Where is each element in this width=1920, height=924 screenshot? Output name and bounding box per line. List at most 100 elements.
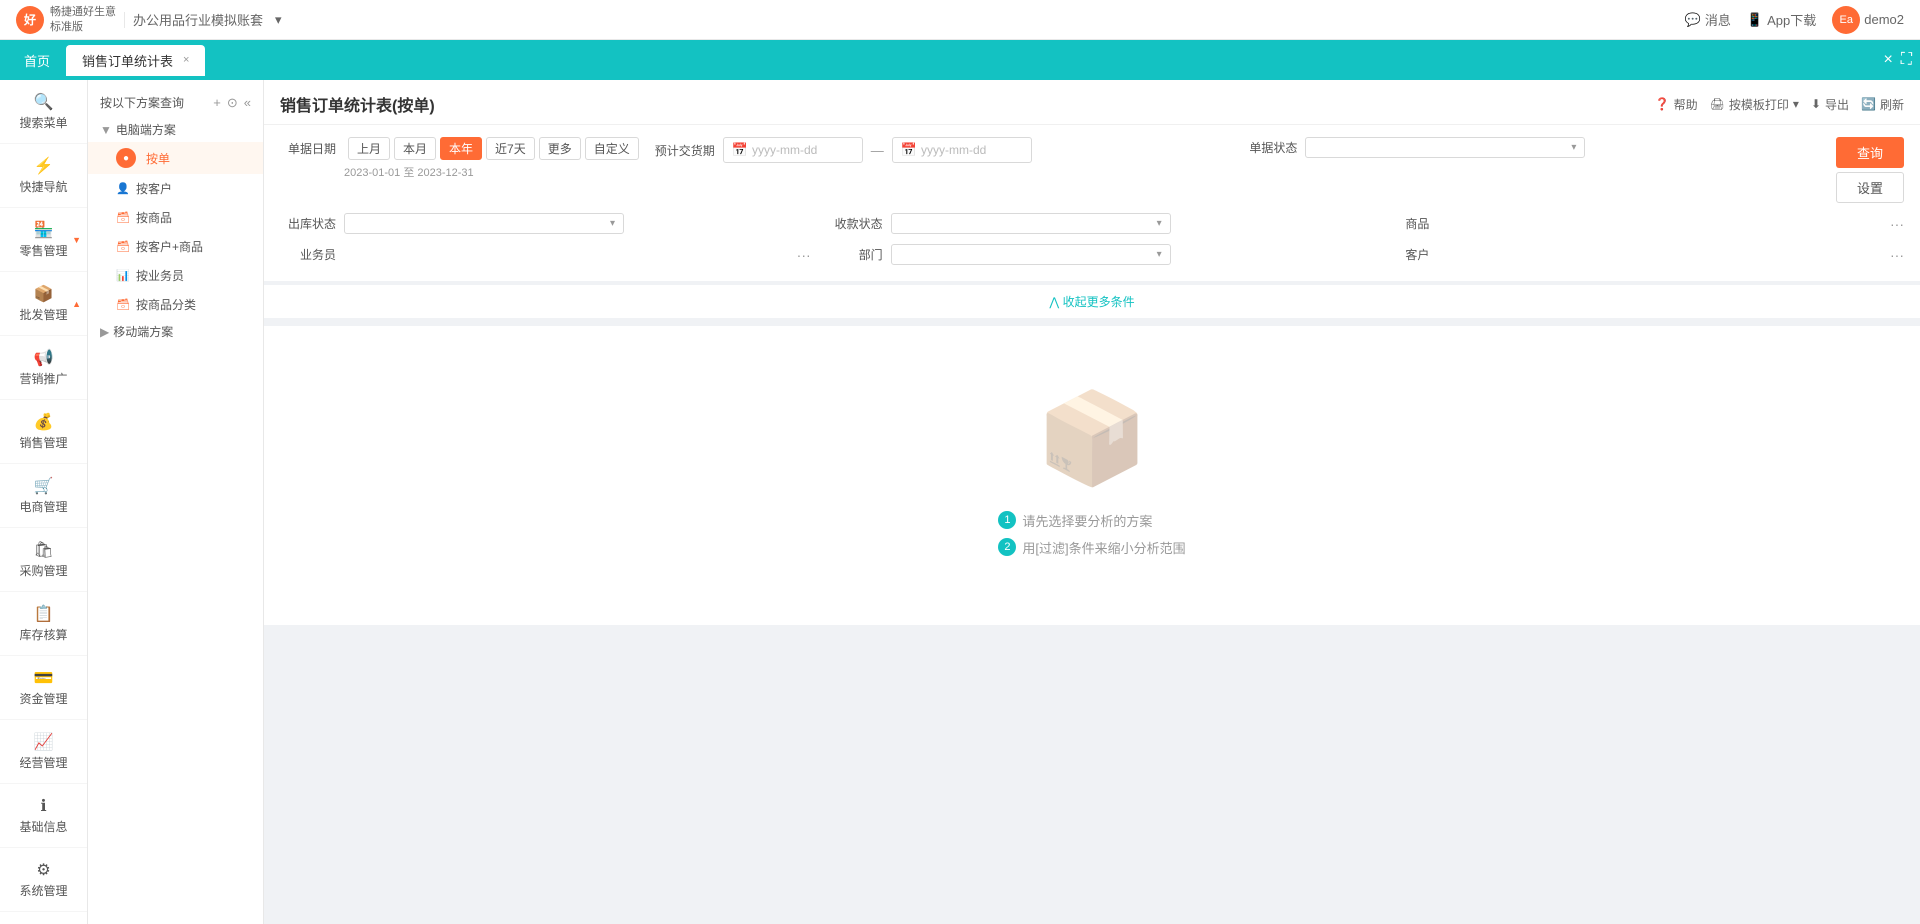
receipt-status-label: 收款状态 [827,215,883,232]
tab-active[interactable]: 销售订单统计表 × [66,45,205,76]
salesperson-ellipsis-icon[interactable]: ··· [797,247,811,263]
date-dash: — [871,143,884,158]
print-btn[interactable]: 🖨 按模板打印 ▾ [1710,96,1799,113]
sidebar-item-purchase[interactable]: 🛍 采购管理 [0,528,87,592]
sidebar-item-retail[interactable]: 🏪 零售管理 [0,208,87,272]
collapse-bar[interactable]: ⋀ 收起更多条件 [264,285,1920,318]
out-status-select[interactable]: ▾ [344,213,624,234]
tab-maximize-btn[interactable]: ⛶ [1901,51,1912,69]
product-ellipsis-icon[interactable]: ··· [1890,216,1904,232]
export-btn[interactable]: ⬇ 导出 [1811,96,1849,113]
logo-icon: 好 [16,6,44,34]
sales-icon: 💰 [34,412,54,432]
date-btn-custom[interactable]: 自定义 [585,137,639,160]
status-select[interactable]: ▾ [1305,137,1585,158]
date-filter-section: 单据日期 上月 本月 本年 近7天 更多 自定义 2023-01-0 [280,137,639,180]
tip-num-1: 1 [998,511,1016,529]
top-bar-left: 好 畅捷通好生意 标准版 办公用品行业模拟账套 ▾ [16,5,282,34]
scheme-mobile-group[interactable]: ▶ 移动端方案 [88,319,263,344]
sidebar-item-ecommerce[interactable]: 🛒 电商管理 [0,464,87,528]
scheme-product-icon: 🗃 [116,211,130,225]
logo-area: 好 畅捷通好生意 标准版 [16,5,116,34]
date-btn-7days[interactable]: 近7天 [486,137,535,160]
inventory-icon: 📋 [34,604,54,624]
search-icon: 🔍 [34,92,54,112]
tab-bar-right: × ⛶ [1883,51,1912,69]
scheme-header-icons: + ⊙ « [213,95,251,111]
delivery-filter-section: 预计交货期 📅 yyyy-mm-dd — 📅 yyyy-mm-dd [655,137,1226,163]
dept-chevron-icon: ▾ [1157,249,1162,260]
sidebar-item-inventory[interactable]: 📋 库存核算 [0,592,87,656]
calendar-icon-2: 📅 [901,142,917,158]
message-icon: 💬 [1685,12,1701,28]
sidebar: 🔍 搜索菜单 ⚡ 快捷导航 🏪 零售管理 📦 批发管理 📢 [0,80,88,924]
date-btn-more[interactable]: 更多 [539,137,581,160]
group-arrow-icon: ▼ [100,123,112,137]
tab-minimize-btn[interactable]: × [1883,51,1892,69]
scheme-collapse-icon[interactable]: « [244,95,251,111]
basic-icon: ℹ [40,796,46,816]
status-filter-label: 单据状态 [1241,139,1297,156]
app-download-btn[interactable]: 📱 App下载 [1747,10,1816,29]
app-title: 办公用品行业模拟账套 [133,10,263,29]
app-dropdown-icon[interactable]: ▾ [275,12,282,28]
user-area[interactable]: Ea demo2 [1832,6,1904,34]
out-status-section: 出库状态 ▾ [280,213,811,234]
product-filter-section: 商品 ··· [1373,215,1904,232]
operations-icon: 📈 [34,732,54,752]
receipt-status-select[interactable]: ▾ [891,213,1171,234]
help-btn[interactable]: ❓ 帮助 [1655,96,1698,113]
query-buttons: 查询 设置 [1836,137,1904,203]
scheme-panel: 按以下方案查询 + ⊙ « ▼ 电脑端方案 ● 按单 👤 按客户 🗃 [88,80,264,924]
message-btn[interactable]: 💬 消息 [1685,10,1731,29]
top-bar: 好 畅捷通好生意 标准版 办公用品行业模拟账套 ▾ 💬 消息 📱 App下载 E… [0,0,1920,40]
delivery-start-picker[interactable]: 📅 yyyy-mm-dd [723,137,863,163]
print-icon: 🖨 [1710,97,1725,111]
purchase-icon: 🛍 [33,540,53,560]
retail-icon: 🏪 [34,220,54,240]
department-filter-label: 部门 [827,246,883,263]
sidebar-item-finance[interactable]: 💳 资金管理 [0,656,87,720]
sidebar-item-marketing[interactable]: 📢 营销推广 [0,336,87,400]
scheme-item-by-product[interactable]: 🗃 按商品 [88,203,263,232]
scheme-salesperson-icon: 📊 [116,269,130,283]
export-icon: ⬇ [1811,97,1821,111]
customer-ellipsis-icon[interactable]: ··· [1890,247,1904,263]
sidebar-item-wholesale[interactable]: 📦 批发管理 [0,272,87,336]
sidebar-item-enterprise[interactable]: 🤝 企业协同 [0,912,87,924]
department-select[interactable]: ▾ [891,244,1171,265]
content-area: 按以下方案查询 + ⊙ « ▼ 电脑端方案 ● 按单 👤 按客户 🗃 [88,80,1920,924]
sidebar-item-sales[interactable]: 💰 销售管理 [0,400,87,464]
date-btn-thismonth[interactable]: 本月 [394,137,436,160]
date-btn-thisyear[interactable]: 本年 [440,137,482,160]
out-status-chevron-icon: ▾ [610,218,615,229]
scheme-item-by-category[interactable]: 🗃 按商品分类 [88,290,263,319]
customer-filter-label: 客户 [1373,246,1429,263]
scheme-add-icon[interactable]: + [213,95,221,111]
sidebar-item-basic[interactable]: ℹ 基础信息 [0,784,87,848]
tab-close-icon[interactable]: × [183,54,189,66]
sidebar-item-system[interactable]: ⚙ 系统管理 [0,848,87,912]
avatar: Ea [1832,6,1860,34]
customer-filter-section: 客户 ··· [1373,246,1904,263]
scheme-item-by-order[interactable]: ● 按单 [88,142,263,174]
sidebar-item-operations[interactable]: 📈 经营管理 [0,720,87,784]
sidebar-item-quicknav[interactable]: ⚡ 快捷导航 [0,144,87,208]
refresh-icon: 🔄 [1861,97,1876,111]
scheme-item-by-customer-product[interactable]: 🗃 按客户+商品 [88,232,263,261]
empty-tip-1: 1 请先选择要分析的方案 [998,511,1185,530]
scheme-settings-icon[interactable]: ⊙ [227,95,238,111]
scheme-desktop-group[interactable]: ▼ 电脑端方案 [88,117,263,142]
product-filter-label: 商品 [1373,215,1429,232]
tab-home[interactable]: 首页 [8,45,66,76]
date-btn-lastmonth[interactable]: 上月 [348,137,390,160]
scheme-item-by-salesperson[interactable]: 📊 按业务员 [88,261,263,290]
query-btn[interactable]: 查询 [1836,137,1904,168]
delivery-end-picker[interactable]: 📅 yyyy-mm-dd [892,137,1032,163]
receipt-chevron-icon: ▾ [1157,218,1162,229]
settings-btn[interactable]: 设置 [1836,172,1904,203]
scheme-item-by-customer[interactable]: 👤 按客户 [88,174,263,203]
sidebar-item-search[interactable]: 🔍 搜索菜单 [0,80,87,144]
help-icon: ❓ [1655,97,1670,111]
refresh-btn[interactable]: 🔄 刷新 [1861,96,1904,113]
